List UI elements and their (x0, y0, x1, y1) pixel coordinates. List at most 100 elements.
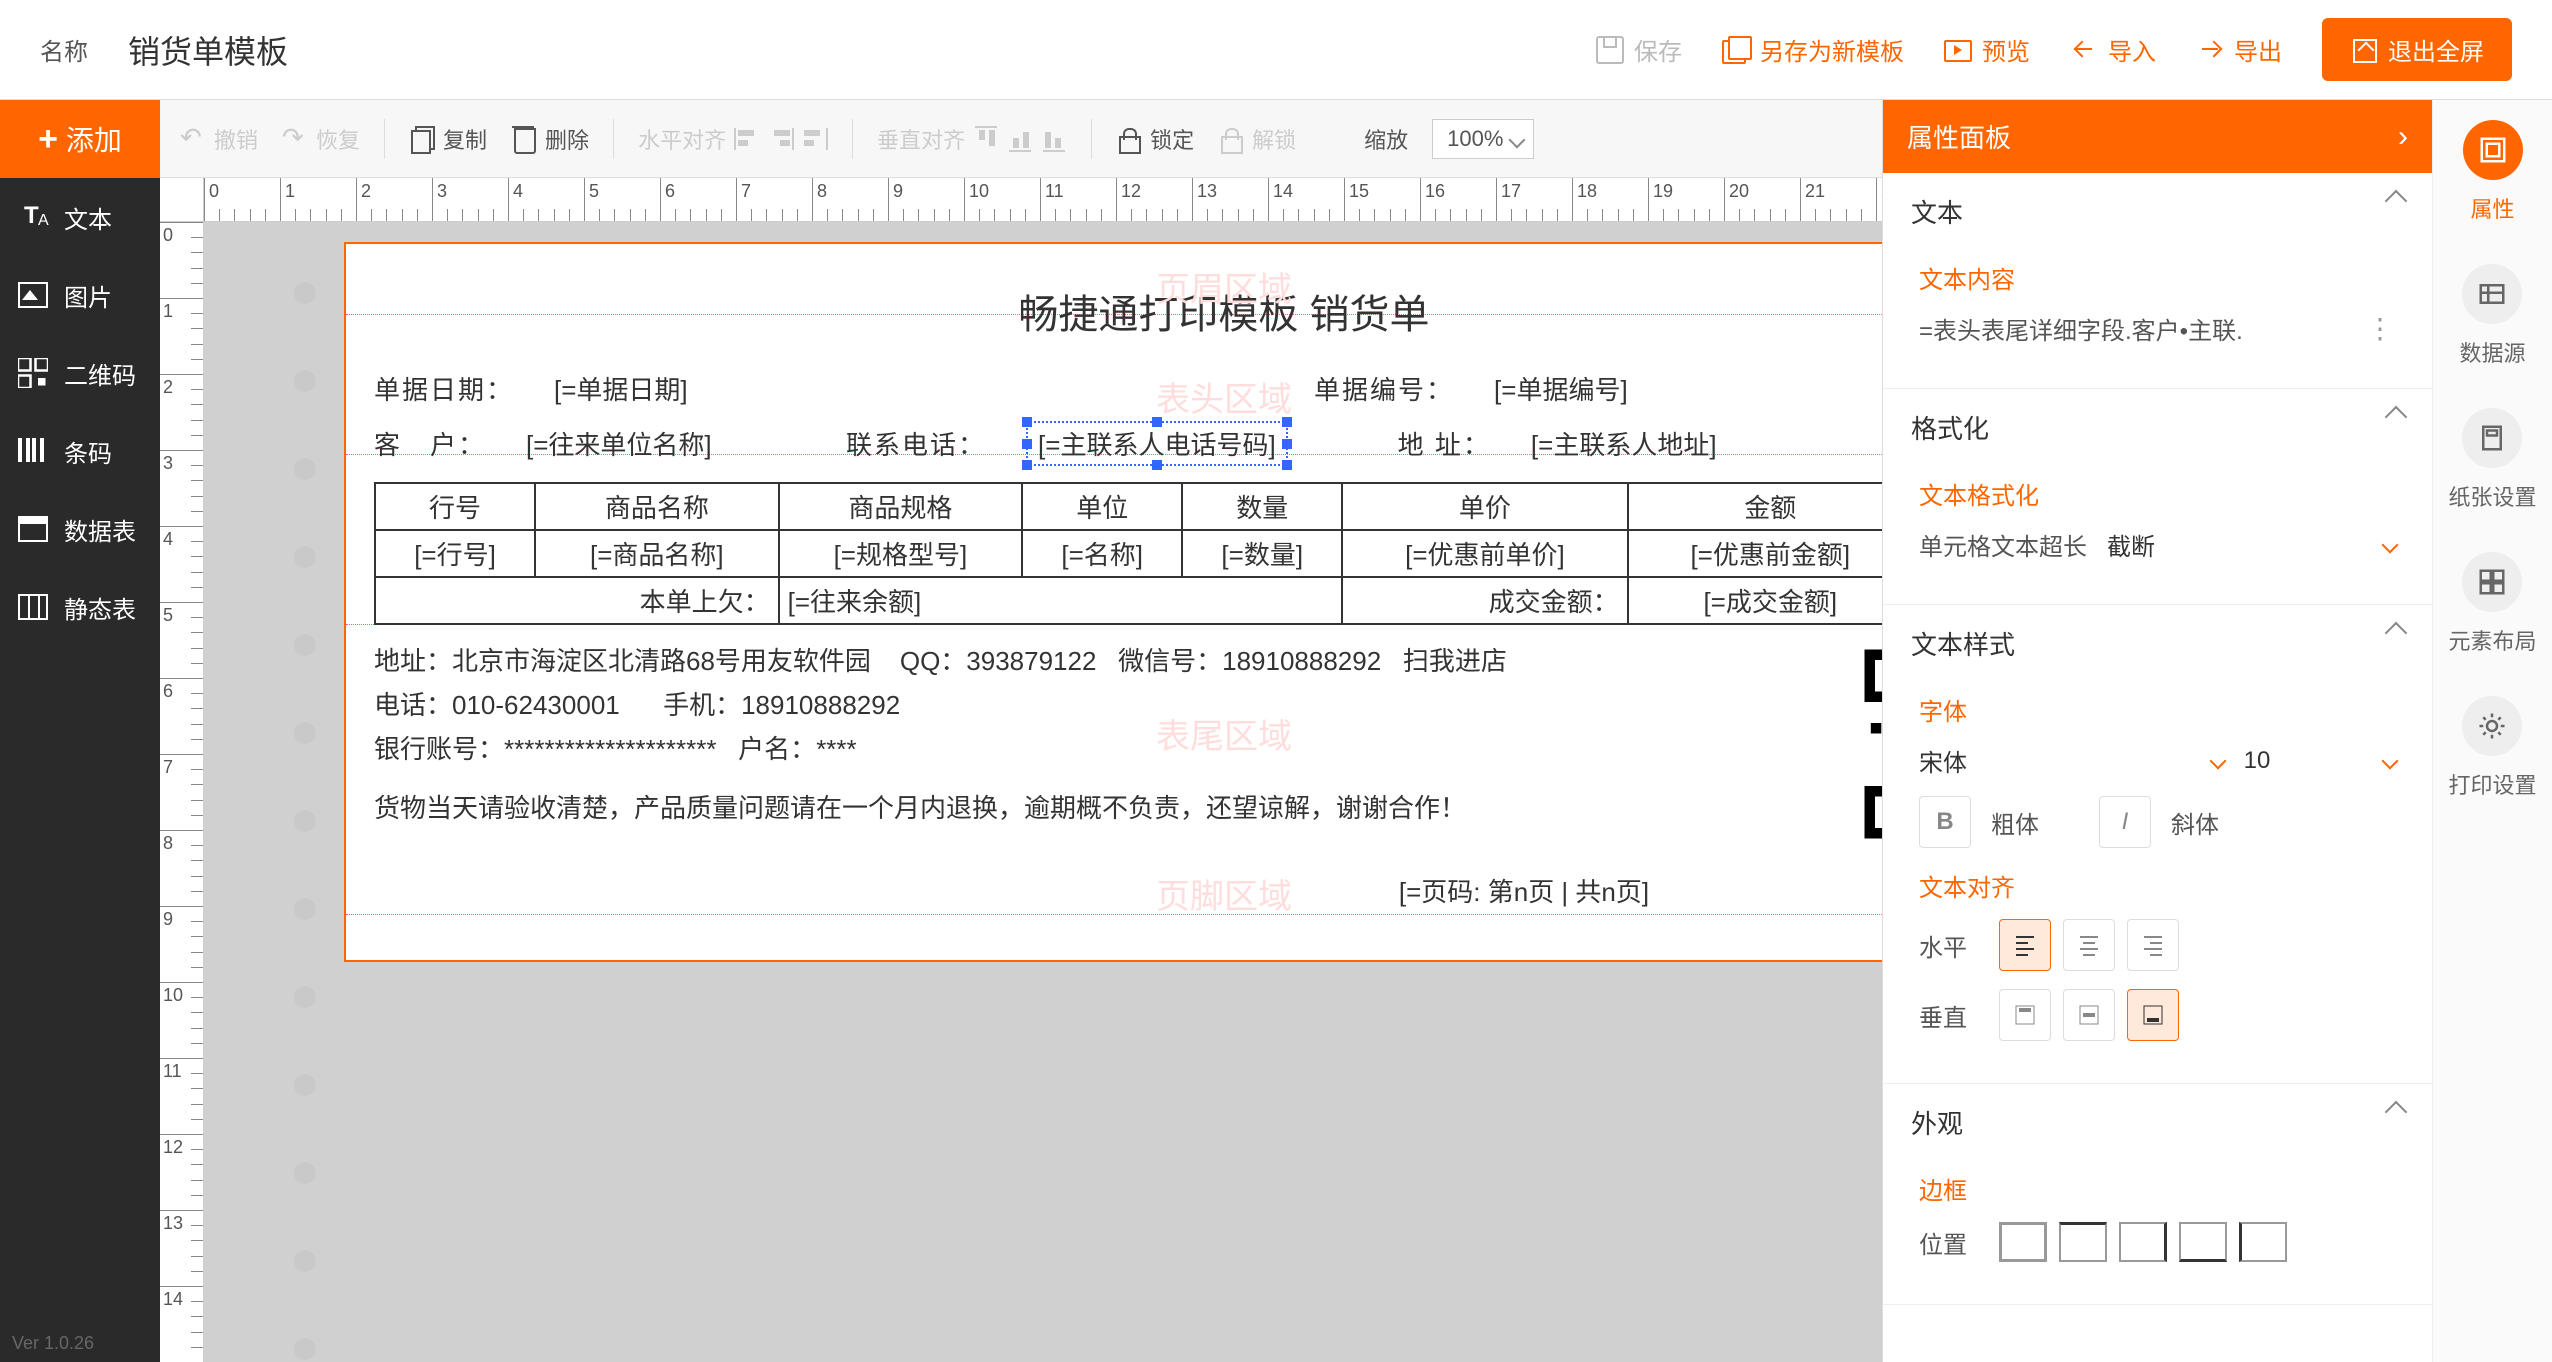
import-button[interactable]: 导入 (2070, 32, 2156, 67)
footer-label[interactable]: 手机： (663, 690, 741, 720)
tool-image[interactable]: 图片 (0, 256, 160, 334)
resize-handle[interactable] (1282, 439, 1292, 449)
summary-value[interactable]: [=成交金额] (1628, 577, 1882, 624)
footer-value[interactable]: 18910888292 (1222, 646, 1381, 676)
tool-qrcode[interactable]: 二维码 (0, 334, 160, 412)
border-left-button[interactable] (2239, 1222, 2287, 1262)
footer-label[interactable]: 地址： (374, 646, 452, 676)
field-label[interactable]: 联系电话： (846, 425, 986, 462)
section-handle[interactable] (294, 282, 316, 304)
more-icon[interactable]: ⋮ (2366, 312, 2396, 345)
section-handle[interactable] (294, 1162, 316, 1184)
unlock-button[interactable]: 解锁 (1218, 123, 1296, 155)
field-value[interactable]: [=往来单位名称] (526, 425, 806, 462)
zoom-select[interactable]: 100% (1432, 119, 1534, 159)
table-cell[interactable]: [=数量] (1182, 530, 1342, 577)
halign-dropdown[interactable]: 水平对齐 (638, 123, 828, 155)
footer-label[interactable]: QQ： (900, 646, 966, 676)
section-handle[interactable] (294, 722, 316, 744)
overflow-select[interactable]: 截断 (2107, 527, 2396, 562)
section-handle[interactable] (294, 546, 316, 568)
section-header[interactable]: 文本样式 (1883, 605, 2432, 682)
text-content-value[interactable]: =表头表尾详细字段.客户•主联. (1919, 311, 2346, 346)
border-bottom-button[interactable] (2179, 1222, 2227, 1262)
font-size-select[interactable]: 10 (2244, 747, 2396, 775)
field-value[interactable]: [=单据编号] (1494, 370, 1628, 407)
footer-value[interactable]: **** (816, 734, 856, 764)
summary-label[interactable]: 本单上欠： (375, 577, 779, 624)
field-value[interactable]: [=主联系人地址] (1531, 425, 1717, 462)
summary-label[interactable]: 成交金额： (1342, 577, 1627, 624)
section-header[interactable]: 外观 (1883, 1084, 2432, 1161)
section-handle[interactable] (294, 370, 316, 392)
resize-handle[interactable] (1282, 460, 1292, 470)
template-title[interactable]: 畅捷通打印模板 销货单 (374, 282, 1882, 340)
table-header[interactable]: 单价 (1342, 483, 1627, 530)
valign-top-button[interactable] (1999, 989, 2051, 1041)
strip-pagesetup[interactable]: 纸张设置 (2448, 408, 2536, 512)
section-handle[interactable] (294, 634, 316, 656)
bold-toggle[interactable]: B (1919, 796, 1971, 848)
qrcode-image[interactable] (1854, 639, 1882, 849)
border-all-button[interactable] (1999, 1222, 2047, 1262)
footer-label[interactable]: 扫我进店 (1403, 646, 1507, 676)
section-handle[interactable] (294, 986, 316, 1008)
canvas-viewport[interactable]: 页眉区域 畅捷通打印模板 销货单 表头区域 单据日期： [=单据日期] 单据编号… (204, 222, 1882, 1362)
table-cell[interactable]: [=规格型号] (779, 530, 1023, 577)
strip-printsetup[interactable]: 打印设置 (2448, 696, 2536, 800)
section-handle[interactable] (294, 1074, 316, 1096)
field-label[interactable]: 客 户： (374, 425, 486, 462)
page-number-field[interactable]: [=页码: 第n页 | 共n页] (374, 870, 1882, 914)
resize-handle[interactable] (1282, 417, 1292, 427)
resize-handle[interactable] (1152, 417, 1162, 427)
section-header[interactable]: 文本 (1883, 173, 2432, 250)
resize-handle[interactable] (1022, 460, 1032, 470)
selected-field[interactable]: [=主联系人电话号码] (1026, 421, 1288, 466)
save-as-button[interactable]: 另存为新模板 (1722, 32, 1904, 67)
table-cell[interactable]: [=名称] (1022, 530, 1182, 577)
font-family-select[interactable]: 宋体 (1919, 743, 2224, 778)
footer-label[interactable]: 微信号： (1118, 646, 1222, 676)
lock-button[interactable]: 锁定 (1116, 123, 1194, 155)
table-cell[interactable]: [=优惠前单价] (1342, 530, 1627, 577)
save-button[interactable]: 保存 (1596, 32, 1682, 67)
halign-left-button[interactable] (1999, 919, 2051, 971)
delete-button[interactable]: 删除 (511, 123, 589, 155)
strip-layout[interactable]: 元素布局 (2448, 552, 2536, 656)
border-right-button[interactable] (2119, 1222, 2167, 1262)
section-header[interactable]: 格式化 (1883, 389, 2432, 466)
tool-datatable[interactable]: 数据表 (0, 490, 160, 568)
footer-value[interactable]: ********************* (504, 734, 716, 764)
table-header[interactable]: 行号 (375, 483, 535, 530)
field-label[interactable]: 单据编号： (1314, 370, 1454, 407)
footer-value[interactable]: 010-62430001 (452, 690, 620, 720)
footer-label[interactable]: 银行账号： (374, 734, 504, 764)
resize-handle[interactable] (1152, 460, 1162, 470)
field-value[interactable]: [=单据日期] (554, 370, 1274, 407)
tool-text[interactable]: 文本 (0, 178, 160, 256)
footer-label[interactable]: 户名： (738, 734, 816, 764)
undo-button[interactable]: 撤销 (180, 123, 258, 155)
section-handle[interactable] (294, 810, 316, 832)
copy-button[interactable]: 复制 (409, 123, 487, 155)
border-top-button[interactable] (2059, 1222, 2107, 1262)
footer-value[interactable]: 北京市海淀区北清路68号用友软件园 (452, 646, 871, 676)
canvas-area[interactable]: 0123456789101112131415161718192021222324… (160, 178, 1882, 1362)
resize-handle[interactable] (1022, 417, 1032, 427)
footer-value[interactable]: 393879122 (966, 646, 1096, 676)
table-cell[interactable]: [=优惠前金额] (1628, 530, 1882, 577)
strip-properties[interactable]: 属性 (2463, 120, 2523, 224)
valign-bottom-button[interactable] (2127, 989, 2179, 1041)
preview-button[interactable]: 预览 (1944, 32, 2030, 67)
exit-fullscreen-button[interactable]: 退出全屏 (2322, 18, 2512, 81)
resize-handle[interactable] (1022, 439, 1032, 449)
strip-datasource[interactable]: 数据源 (2459, 264, 2525, 368)
table-header[interactable]: 单位 (1022, 483, 1182, 530)
footer-label[interactable]: 电话： (374, 690, 452, 720)
table-header[interactable]: 数量 (1182, 483, 1342, 530)
field-label[interactable]: 地 址： (1398, 425, 1491, 462)
footer-value[interactable]: 18910888292 (741, 690, 900, 720)
italic-toggle[interactable]: I (2099, 796, 2151, 848)
tool-statictable[interactable]: 静态表 (0, 568, 160, 646)
summary-value[interactable]: [=往来余额] (779, 577, 1343, 624)
